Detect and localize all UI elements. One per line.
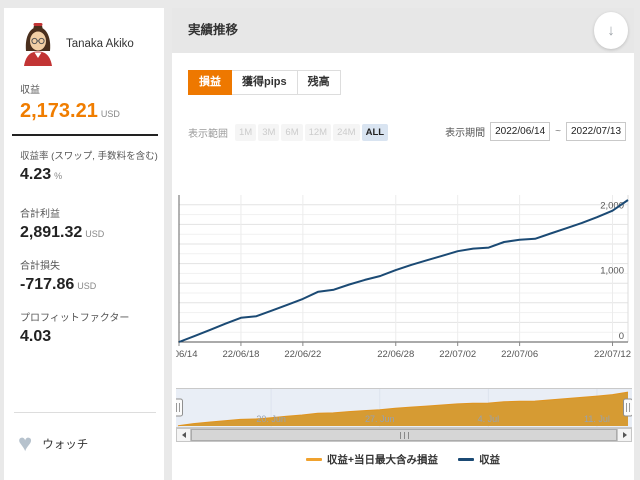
return-rate-unit: % <box>54 171 63 181</box>
svg-text:22/07/06: 22/07/06 <box>501 349 538 360</box>
panel-header: 実績推移 ↓ <box>172 8 634 53</box>
scrollbar-track[interactable] <box>191 428 617 442</box>
stat-value: 2,891.32 USD <box>20 224 156 242</box>
performance-line-chart[interactable]: 22/06/14 22/06/18 22/06/22 22/06/28 22/07/02… <box>176 190 632 362</box>
range-selector: 表示範囲 1M 3M 6M 12M 24M ALL <box>188 124 389 141</box>
stat-label: 合計利益 <box>20 209 60 220</box>
range-3m-button[interactable]: 3M <box>258 124 280 141</box>
profit-amount: 2,173.21 <box>20 100 98 122</box>
legend-item-profit[interactable]: 収益 <box>458 452 500 467</box>
chart-scrollbar <box>176 428 632 442</box>
return-rate-amount: 4.23 <box>20 166 52 183</box>
scrollbar-left-arrow[interactable] <box>176 428 191 442</box>
svg-text:0: 0 <box>619 331 624 342</box>
stat-label: プロフィットファクター <box>20 313 130 324</box>
tab-balance[interactable]: 残高 <box>297 70 341 95</box>
legend-dash-navy-icon <box>458 458 475 461</box>
legend-dash-orange-icon <box>305 458 322 461</box>
svg-text:27. Jun: 27. Jun <box>365 414 395 424</box>
stat-profit: 収益 2,173.21 USD <box>20 84 156 123</box>
range-12m-button[interactable]: 12M <box>304 124 332 141</box>
trader-profile-card: Tanaka Akiko 収益 2,173.21 USD 収益率 (スワップ, 手… <box>4 8 164 480</box>
period-to-input[interactable]: 2022/07/13 <box>566 122 626 141</box>
stat-label: 収益率 (スワップ, 手数料を含む) <box>20 151 158 162</box>
profile-header: Tanaka Akiko <box>20 22 134 66</box>
stat-value: 4.23% <box>20 166 156 184</box>
heart-icon: ♥ <box>18 430 33 457</box>
legend-item-unrealized[interactable]: 収益+当日最大含み損益 <box>305 452 439 467</box>
avatar <box>24 23 52 66</box>
divider <box>12 134 158 136</box>
svg-text:22/06/28: 22/06/28 <box>377 349 414 360</box>
collapse-button[interactable]: ↓ <box>594 12 628 49</box>
svg-text:22/07/02: 22/07/02 <box>439 349 476 360</box>
stat-return-rate: 収益率 (スワップ, 手数料を含む) 4.23% <box>20 150 158 184</box>
performance-panel: 実績推移 ↓ 損益 獲得pips 残高 表示範囲 1M 3M 6M 12M 24… <box>172 8 634 480</box>
range-label: 表示範囲 <box>188 129 228 140</box>
range-24m-button[interactable]: 24M <box>333 124 360 141</box>
total-loss-amount: -717.86 <box>20 276 75 293</box>
profit-factor-amount: 4.03 <box>20 328 52 345</box>
stat-value: 4.03 <box>20 328 156 346</box>
svg-text:11. Jul: 11. Jul <box>584 414 610 424</box>
legend-label: 収益+当日最大含み損益 <box>326 454 439 466</box>
svg-text:1,000: 1,000 <box>600 266 624 277</box>
range-6m-button[interactable]: 6M <box>281 124 303 141</box>
profit-unit: USD <box>100 109 120 119</box>
chart-tabs: 損益 獲得pips 残高 <box>188 70 341 95</box>
stat-total-profit: 合計利益 2,891.32 USD <box>20 208 156 242</box>
total-profit-unit: USD <box>85 229 105 239</box>
svg-text:4. Jul: 4. Jul <box>478 414 500 424</box>
stat-total-loss: 合計損失 -717.86 USD <box>20 260 156 294</box>
divider <box>14 412 156 413</box>
svg-text:20. Jun: 20. Jun <box>256 414 286 424</box>
stat-value: 2,173.21 USD <box>20 100 156 123</box>
chart-legend: 収益+当日最大含み損益 収益 <box>172 452 634 467</box>
down-arrow-icon: ↓ <box>607 22 615 39</box>
watch-button[interactable]: ♥ ウォッチ <box>18 432 88 456</box>
stat-value: -717.86 USD <box>20 276 156 294</box>
scrollbar-thumb[interactable] <box>191 429 617 441</box>
stat-label: 収益 <box>20 85 40 96</box>
svg-text:22/06/18: 22/06/18 <box>222 349 259 360</box>
svg-text:22/06/22: 22/06/22 <box>284 349 321 360</box>
tab-pnl[interactable]: 損益 <box>188 70 232 95</box>
triangle-left-icon <box>181 432 186 438</box>
stat-label: 合計損失 <box>20 261 60 272</box>
tab-pips[interactable]: 獲得pips <box>232 70 298 95</box>
period-separator: ~ <box>555 126 561 137</box>
legend-label: 収益 <box>479 454 501 466</box>
triangle-right-icon <box>622 432 627 438</box>
range-1m-button[interactable]: 1M <box>235 124 257 141</box>
grip-icon <box>399 431 409 439</box>
panel-title: 実績推移 <box>188 23 239 37</box>
page: Tanaka Akiko 収益 2,173.21 USD 収益率 (スワップ, 手… <box>0 0 640 480</box>
svg-text:22/06/14: 22/06/14 <box>176 349 197 360</box>
watch-label: ウォッチ <box>42 439 89 451</box>
scrollbar-right-arrow[interactable] <box>617 428 632 442</box>
chart-navigator[interactable]: 20. Jun 27. Jun 4. Jul 11. Jul <box>176 388 632 428</box>
total-loss-unit: USD <box>77 281 97 291</box>
stat-profit-factor: プロフィットファクター 4.03 <box>20 312 156 346</box>
range-all-button[interactable]: ALL <box>361 124 389 141</box>
trader-name: Tanaka Akiko <box>66 38 134 50</box>
total-profit-amount: 2,891.32 <box>20 224 83 241</box>
period-selector: 表示期間 2022/06/14 ~ 2022/07/13 <box>445 122 626 141</box>
period-label: 表示期間 <box>445 128 486 139</box>
period-from-input[interactable]: 2022/06/14 <box>490 122 551 141</box>
svg-text:22/07/12: 22/07/12 <box>594 349 631 360</box>
